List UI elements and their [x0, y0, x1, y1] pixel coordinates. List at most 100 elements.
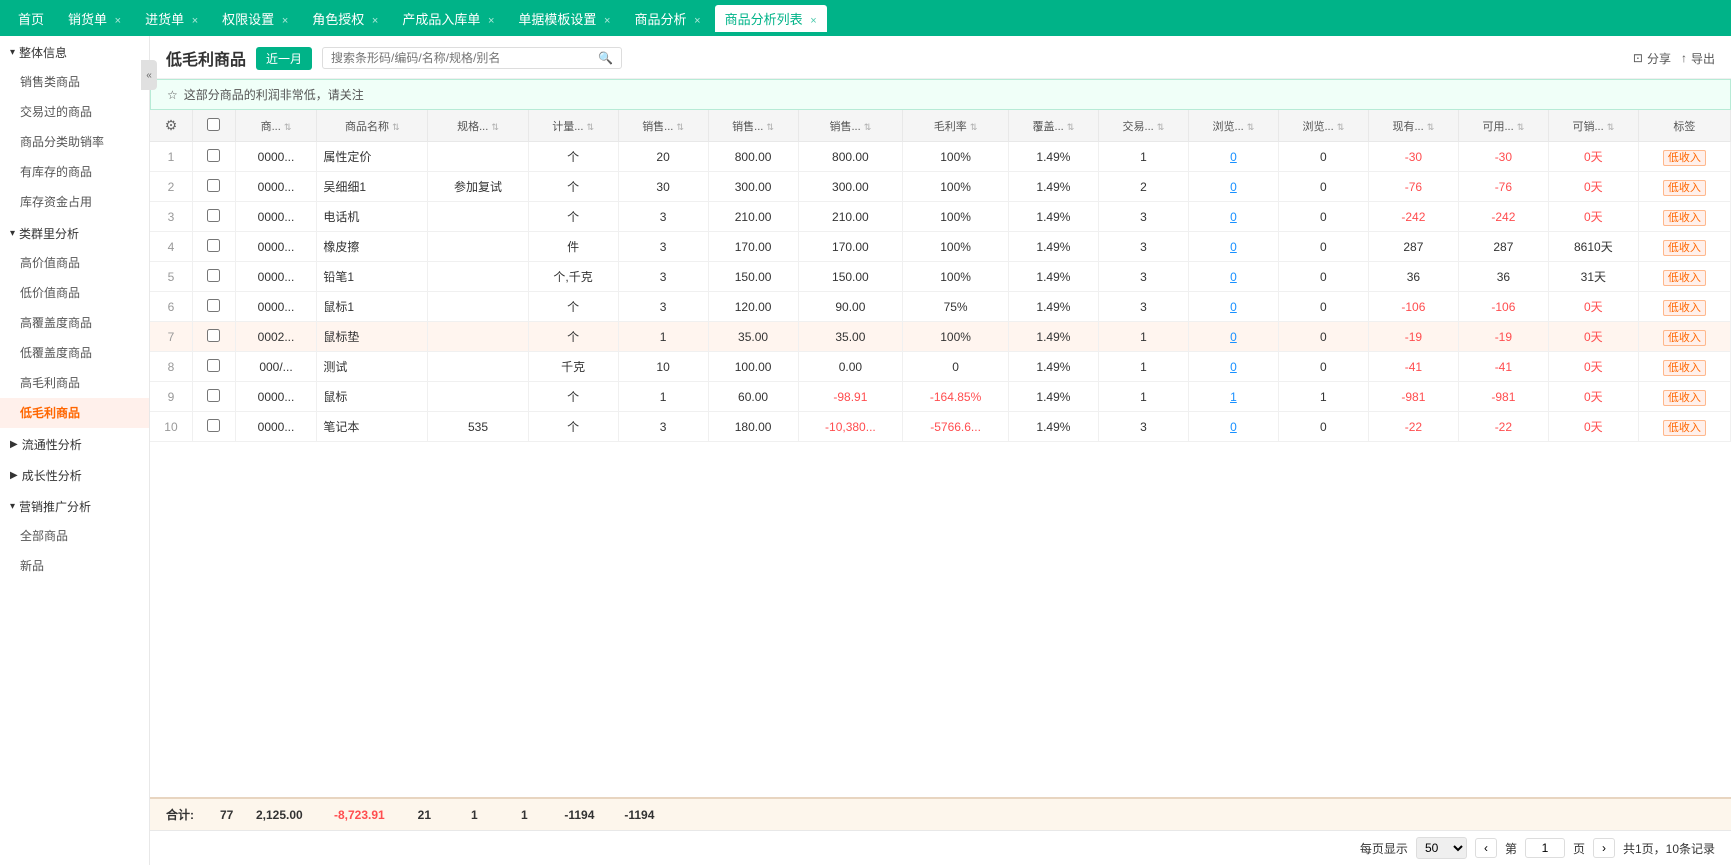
row-checkbox[interactable]	[207, 209, 220, 222]
row-checkbox[interactable]	[207, 359, 220, 372]
row-browse1[interactable]: 0	[1188, 412, 1278, 442]
row-tag[interactable]: 低收入	[1638, 172, 1730, 202]
sidebar-group-growth[interactable]: ▶ 成长性分析	[0, 459, 149, 490]
sidebar-item-low-margin[interactable]: 低毛利商品	[0, 398, 149, 428]
row-browse1[interactable]: 0	[1188, 142, 1278, 172]
nav-permissions-close[interactable]: ×	[282, 15, 288, 27]
row-checkbox-cell[interactable]	[192, 292, 235, 322]
select-all-checkbox[interactable]	[207, 118, 220, 131]
page-size-select[interactable]: 50 100 200	[1416, 837, 1467, 859]
time-filter-button[interactable]: 近一月	[256, 47, 312, 70]
col-browse2[interactable]: 浏览... ⇅	[1278, 110, 1368, 142]
nav-permissions[interactable]: 权限设置 ×	[212, 5, 298, 32]
row-checkbox[interactable]	[207, 179, 220, 192]
row-browse1[interactable]: 1	[1188, 382, 1278, 412]
row-checkbox-cell[interactable]	[192, 322, 235, 352]
row-checkbox-cell[interactable]	[192, 382, 235, 412]
row-checkbox[interactable]	[207, 389, 220, 402]
nav-role-auth-close[interactable]: ×	[372, 15, 378, 27]
row-checkbox[interactable]	[207, 149, 220, 162]
col-name[interactable]: 商品名称 ⇅	[317, 110, 428, 142]
nav-role-auth[interactable]: 角色授权 ×	[302, 5, 388, 32]
col-checkbox[interactable]	[192, 110, 235, 142]
nav-goods-analysis-list-close[interactable]: ×	[810, 15, 816, 27]
col-gross-rate[interactable]: 毛利率 ⇅	[903, 110, 1009, 142]
row-checkbox-cell[interactable]	[192, 202, 235, 232]
sidebar-item-category-rate[interactable]: 商品分类助销率	[0, 127, 149, 157]
row-browse1[interactable]: 0	[1188, 232, 1278, 262]
search-input[interactable]	[331, 51, 592, 65]
row-checkbox[interactable]	[207, 329, 220, 342]
sidebar-collapse-button[interactable]: «	[141, 60, 157, 90]
row-checkbox-cell[interactable]	[192, 262, 235, 292]
row-checkbox[interactable]	[207, 299, 220, 312]
col-tag[interactable]: 标签	[1638, 110, 1730, 142]
col-sales-amount[interactable]: 销售... ⇅	[798, 110, 903, 142]
sidebar-group-marketing[interactable]: ▾ 营销推广分析	[0, 490, 149, 521]
row-tag[interactable]: 低收入	[1638, 292, 1730, 322]
nav-purchase[interactable]: 进货单 ×	[135, 5, 208, 32]
row-browse1[interactable]: 0	[1188, 202, 1278, 232]
sidebar-item-new-goods[interactable]: 新品	[0, 551, 149, 581]
col-salable[interactable]: 可销... ⇅	[1548, 110, 1638, 142]
col-available[interactable]: 可用... ⇅	[1458, 110, 1548, 142]
nav-template-close[interactable]: ×	[604, 15, 610, 27]
col-code[interactable]: 商... ⇅	[235, 110, 317, 142]
page-input[interactable]	[1525, 838, 1565, 858]
col-trade[interactable]: 交易... ⇅	[1098, 110, 1188, 142]
sidebar-item-low-value[interactable]: 低价值商品	[0, 278, 149, 308]
nav-purchase-close[interactable]: ×	[192, 15, 198, 27]
col-spec[interactable]: 规格... ⇅	[428, 110, 528, 142]
col-settings[interactable]: ⚙	[150, 110, 192, 142]
row-checkbox-cell[interactable]	[192, 232, 235, 262]
sidebar-group-overall[interactable]: ▾ 整体信息	[0, 36, 149, 67]
row-browse1[interactable]: 0	[1188, 322, 1278, 352]
sidebar-item-stock-capital[interactable]: 库存资金占用	[0, 187, 149, 217]
row-checkbox-cell[interactable]	[192, 172, 235, 202]
col-coverage[interactable]: 覆盖... ⇅	[1008, 110, 1098, 142]
sidebar-item-high-margin[interactable]: 高毛利商品	[0, 368, 149, 398]
row-tag[interactable]: 低收入	[1638, 322, 1730, 352]
nav-goods-analysis-close[interactable]: ×	[694, 15, 700, 27]
sidebar-item-high-coverage[interactable]: 高覆盖度商品	[0, 308, 149, 338]
nav-product-in[interactable]: 产成品入库单 ×	[392, 5, 504, 32]
page-prev-btn[interactable]: ‹	[1475, 838, 1497, 858]
row-tag[interactable]: 低收入	[1638, 262, 1730, 292]
row-browse1[interactable]: 0	[1188, 352, 1278, 382]
sidebar-item-high-value[interactable]: 高价值商品	[0, 248, 149, 278]
nav-sales-close[interactable]: ×	[115, 15, 121, 27]
row-tag[interactable]: 低收入	[1638, 382, 1730, 412]
sidebar-group-cluster[interactable]: ▾ 类群里分析	[0, 217, 149, 248]
nav-goods-analysis-list[interactable]: 商品分析列表 ×	[715, 5, 827, 32]
col-browse1[interactable]: 浏览... ⇅	[1188, 110, 1278, 142]
export-button[interactable]: ↑ 导出	[1681, 50, 1715, 67]
row-tag[interactable]: 低收入	[1638, 232, 1730, 262]
row-tag[interactable]: 低收入	[1638, 142, 1730, 172]
col-sales-price[interactable]: 销售... ⇅	[708, 110, 798, 142]
sidebar-item-low-coverage[interactable]: 低覆盖度商品	[0, 338, 149, 368]
share-button[interactable]: ⊡ 分享	[1633, 50, 1671, 67]
nav-product-in-close[interactable]: ×	[488, 15, 494, 27]
row-checkbox[interactable]	[207, 419, 220, 432]
page-next-btn[interactable]: ›	[1593, 838, 1615, 858]
row-tag[interactable]: 低收入	[1638, 352, 1730, 382]
row-checkbox-cell[interactable]	[192, 412, 235, 442]
row-checkbox-cell[interactable]	[192, 352, 235, 382]
row-browse1[interactable]: 0	[1188, 262, 1278, 292]
row-browse1[interactable]: 0	[1188, 292, 1278, 322]
sidebar-item-sales-goods[interactable]: 销售类商品	[0, 67, 149, 97]
row-tag[interactable]: 低收入	[1638, 412, 1730, 442]
row-browse1[interactable]: 0	[1188, 172, 1278, 202]
nav-sales[interactable]: 销货单 ×	[58, 5, 131, 32]
row-tag[interactable]: 低收入	[1638, 202, 1730, 232]
col-sales-count[interactable]: 销售... ⇅	[618, 110, 708, 142]
sidebar-item-traded-goods[interactable]: 交易过的商品	[0, 97, 149, 127]
nav-template[interactable]: 单据模板设置 ×	[508, 5, 620, 32]
row-checkbox[interactable]	[207, 239, 220, 252]
row-checkbox[interactable]	[207, 269, 220, 282]
sidebar-item-stock-goods[interactable]: 有库存的商品	[0, 157, 149, 187]
search-icon[interactable]: 🔍	[598, 51, 613, 65]
row-checkbox-cell[interactable]	[192, 142, 235, 172]
sidebar-item-all-goods[interactable]: 全部商品	[0, 521, 149, 551]
nav-goods-analysis[interactable]: 商品分析 ×	[624, 5, 710, 32]
